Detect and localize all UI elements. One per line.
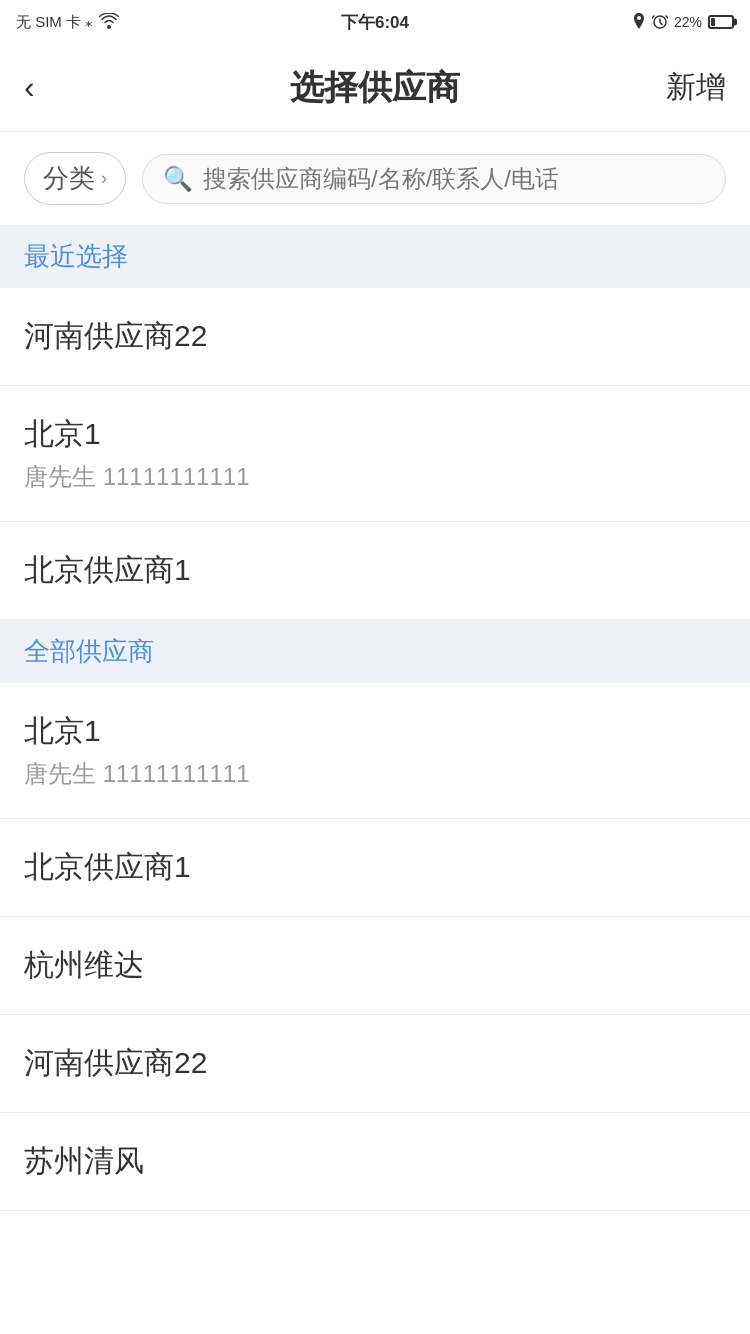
item-name: 河南供应商22 [24, 316, 726, 357]
sim-status: 无 SIM 卡 ⁎ [16, 13, 93, 32]
recent-section-header: 最近选择 [0, 225, 750, 288]
back-button[interactable]: ‹ [24, 69, 84, 106]
list-item[interactable]: 苏州清风 [0, 1113, 750, 1211]
list-item[interactable]: 杭州维达 [0, 917, 750, 1015]
recent-list: 河南供应商22 北京1 唐先生 11111111111 北京供应商1 [0, 288, 750, 620]
search-icon: 🔍 [163, 165, 193, 193]
status-left: 无 SIM 卡 ⁎ [16, 13, 119, 32]
category-filter[interactable]: 分类 › [24, 152, 126, 205]
list-item[interactable]: 河南供应商22 [0, 1015, 750, 1113]
list-item[interactable]: 河南供应商22 [0, 288, 750, 386]
item-name: 苏州清风 [24, 1141, 726, 1182]
nav-bar: ‹ 选择供应商 新增 [0, 44, 750, 132]
item-sub: 唐先生 11111111111 [24, 758, 726, 790]
item-name: 北京1 [24, 414, 726, 455]
filter-bar: 分类 › 🔍 [0, 132, 750, 225]
list-item[interactable]: 北京供应商1 [0, 522, 750, 620]
all-list: 北京1 唐先生 11111111111 北京供应商1 杭州维达 河南供应商22 … [0, 683, 750, 1211]
battery-icon [708, 15, 734, 29]
search-input[interactable] [203, 165, 705, 193]
search-box[interactable]: 🔍 [142, 154, 726, 204]
add-button[interactable]: 新增 [666, 67, 726, 108]
recent-section-label: 最近选择 [24, 241, 128, 271]
list-item[interactable]: 北京供应商1 [0, 819, 750, 917]
page-title: 选择供应商 [290, 65, 460, 111]
chevron-right-icon: › [101, 168, 107, 189]
category-label: 分类 [43, 161, 95, 196]
item-name: 北京1 [24, 711, 726, 752]
item-sub: 唐先生 11111111111 [24, 461, 726, 493]
item-name: 北京供应商1 [24, 847, 726, 888]
location-icon [632, 13, 646, 32]
all-section-header: 全部供应商 [0, 620, 750, 683]
battery-percent: 22% [674, 14, 702, 30]
list-item[interactable]: 北京1 唐先生 11111111111 [0, 683, 750, 819]
status-bar: 无 SIM 卡 ⁎ 下午6:04 22% [0, 0, 750, 44]
status-right: 22% [632, 13, 734, 32]
item-name: 杭州维达 [24, 945, 726, 986]
item-name: 河南供应商22 [24, 1043, 726, 1084]
all-section-label: 全部供应商 [24, 636, 154, 666]
status-time: 下午6:04 [341, 11, 409, 34]
list-item[interactable]: 北京1 唐先生 11111111111 [0, 386, 750, 522]
wifi-icon [99, 13, 119, 32]
item-name: 北京供应商1 [24, 550, 726, 591]
alarm-icon [652, 13, 668, 32]
